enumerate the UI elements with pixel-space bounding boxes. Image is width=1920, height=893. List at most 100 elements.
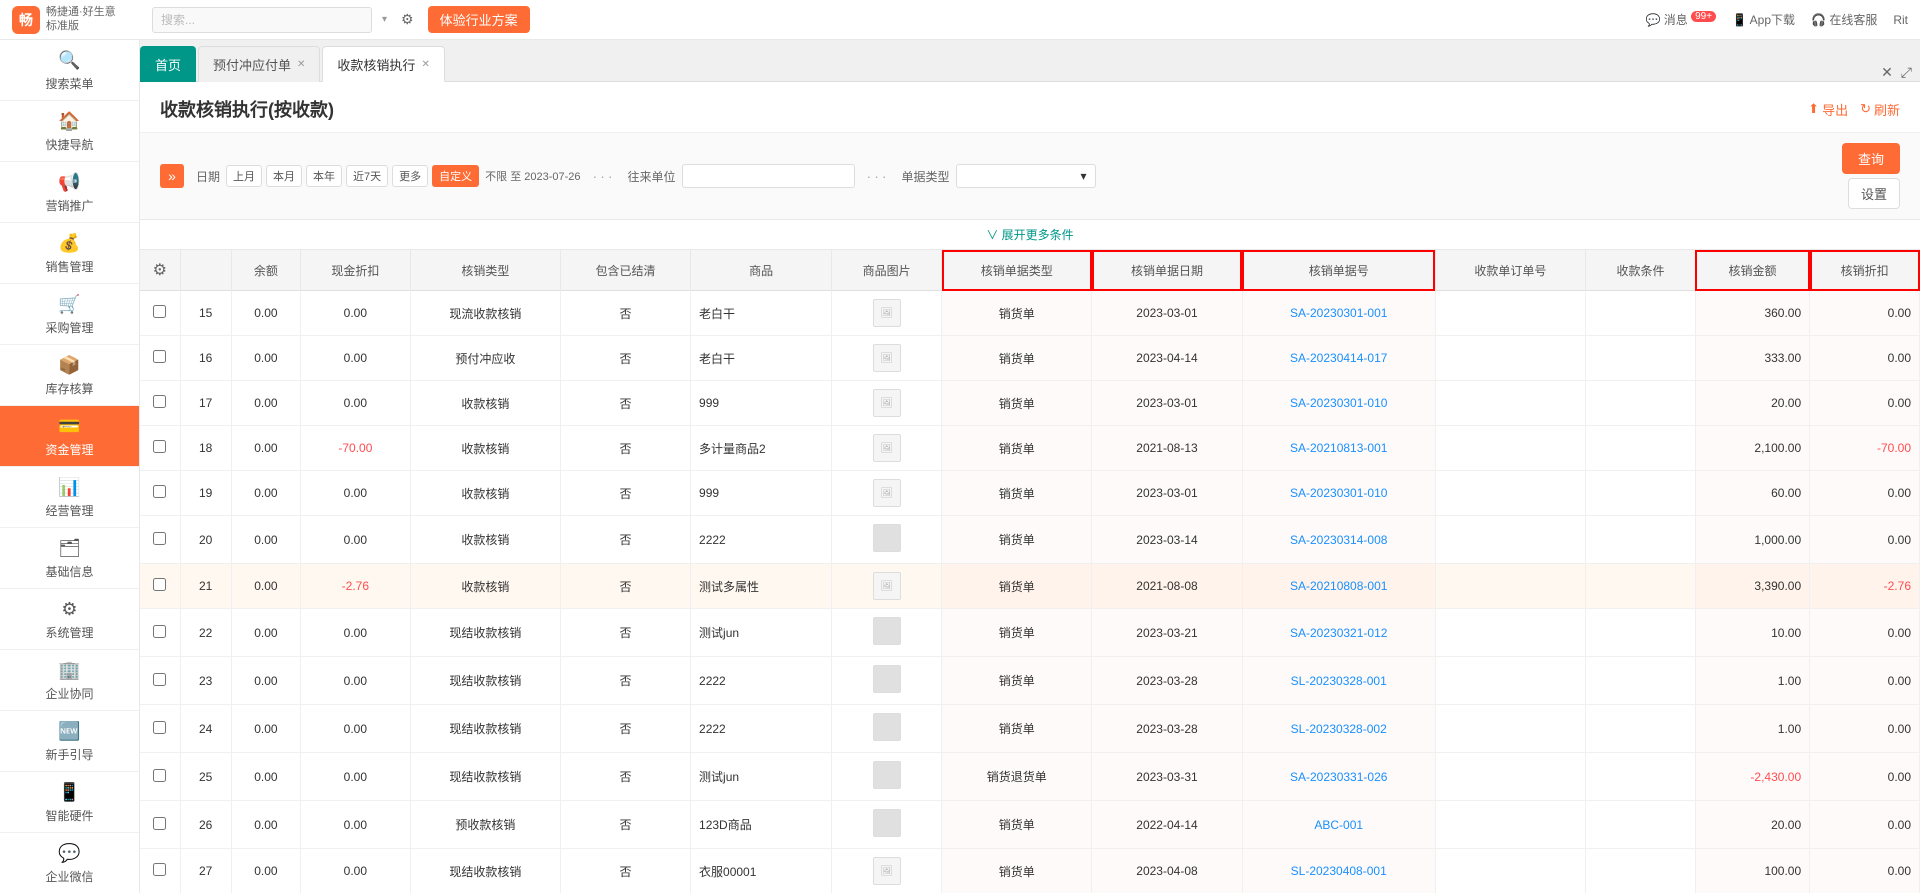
sidebar-item-hardware[interactable]: 📱 智能硬件 — [0, 772, 139, 833]
row-checkbox[interactable] — [153, 721, 166, 734]
filter-toggle-btn[interactable]: » — [160, 164, 184, 188]
td-checkbox[interactable] — [140, 657, 180, 705]
td-checkbox[interactable] — [140, 849, 180, 893]
td-write-off-type: 现结收款核销 — [410, 657, 560, 705]
sidebar-item-sales[interactable]: 💰 销售管理 — [0, 223, 139, 284]
user-label[interactable]: Rit — [1893, 13, 1908, 27]
row-checkbox[interactable] — [153, 395, 166, 408]
td-writeoff-no[interactable]: SL-20230408-001 — [1242, 849, 1435, 893]
notification-label: 消息 — [1664, 13, 1688, 27]
td-writeoff-no[interactable]: SA-20230321-012 — [1242, 609, 1435, 657]
td-checkbox[interactable] — [140, 705, 180, 753]
settings-icon[interactable]: ⚙ — [401, 11, 414, 28]
sidebar-item-finance[interactable]: 💳 资金管理 — [0, 406, 139, 467]
td-checkbox[interactable] — [140, 336, 180, 381]
td-is-settled: 否 — [561, 291, 691, 336]
td-seq: 27 — [180, 849, 231, 893]
date-btn-last-month[interactable]: 上月 — [226, 165, 262, 187]
td-writeoff-no[interactable]: SA-20230314-008 — [1242, 516, 1435, 564]
td-checkbox[interactable] — [140, 516, 180, 564]
tab-collection[interactable]: 收款核销执行 ✕ — [322, 46, 444, 82]
top-bar: 畅 畅捷通·好生意 标准版 搜索... ▾ ⚙ 体验行业方案 💬 消息 99+ … — [0, 0, 1920, 40]
expand-more-bar[interactable]: ∨ 展开更多条件 — [140, 220, 1920, 250]
product-image: 🖼 — [873, 389, 901, 417]
tab-home[interactable]: 首页 — [140, 46, 196, 82]
sidebar-item-search-menu[interactable]: 🔍 搜索菜单 — [0, 40, 139, 101]
td-writeoff-discount: 0.00 — [1810, 336, 1920, 381]
sidebar-item-quick-nav[interactable]: 🏠 快捷导航 — [0, 101, 139, 162]
td-writeoff-no[interactable]: SA-20230301-010 — [1242, 471, 1435, 516]
date-btn-this-year[interactable]: 本年 — [306, 165, 342, 187]
td-checkbox[interactable] — [140, 801, 180, 849]
online-service-link[interactable]: 🎧 在线客服 — [1811, 11, 1877, 28]
export-btn[interactable]: ⬆ 导出 — [1808, 100, 1848, 119]
date-btn-this-month[interactable]: 本月 — [266, 165, 302, 187]
row-checkbox[interactable] — [153, 769, 166, 782]
td-writeoff-voucher-type: 销货单 — [942, 705, 1092, 753]
sidebar-item-system[interactable]: ⚙ 系统管理 — [0, 589, 139, 650]
row-checkbox[interactable] — [153, 578, 166, 591]
date-btn-7days[interactable]: 近7天 — [346, 165, 388, 187]
setting-button[interactable]: 设置 — [1848, 178, 1900, 209]
industry-btn[interactable]: 体验行业方案 — [428, 6, 530, 33]
td-writeoff-no[interactable]: SA-20230331-026 — [1242, 753, 1435, 801]
table-settings-icon[interactable]: ⚙ — [153, 262, 167, 279]
td-checkbox[interactable] — [140, 609, 180, 657]
tab-bar: 首页 预付冲应付单 ✕ 收款核销执行 ✕ ✕ ⤢ — [140, 40, 1920, 82]
row-checkbox[interactable] — [153, 817, 166, 830]
td-writeoff-no[interactable]: SA-20210808-001 — [1242, 564, 1435, 609]
th-settings[interactable]: ⚙ — [140, 250, 180, 291]
row-checkbox[interactable] — [153, 485, 166, 498]
sidebar-item-label: 智能硬件 — [45, 807, 93, 824]
row-checkbox[interactable] — [153, 305, 166, 318]
td-writeoff-no[interactable]: SA-20230301-001 — [1242, 291, 1435, 336]
tab-expand-btn[interactable]: ⤢ — [1901, 64, 1912, 81]
td-writeoff-date: 2023-03-31 — [1092, 753, 1242, 801]
table-row: 18 0.00 -70.00 收款核销 否 多计量商品2 🖼 销货单 2021-… — [140, 426, 1920, 471]
tab-prepaid[interactable]: 预付冲应付单 ✕ — [198, 46, 320, 82]
sidebar-item-wechat[interactable]: 💬 企业微信 — [0, 833, 139, 893]
row-checkbox[interactable] — [153, 863, 166, 876]
td-writeoff-voucher-type: 销货单 — [942, 801, 1092, 849]
sidebar-item-inventory[interactable]: 📦 库存核算 — [0, 345, 139, 406]
td-writeoff-no[interactable]: SA-20210813-001 — [1242, 426, 1435, 471]
tab-prepaid-close-icon[interactable]: ✕ — [297, 59, 305, 70]
td-writeoff-no[interactable]: SA-20230301-010 — [1242, 381, 1435, 426]
sidebar-item-guide[interactable]: 🆕 新手引导 — [0, 711, 139, 772]
td-writeoff-no[interactable]: SL-20230328-001 — [1242, 657, 1435, 705]
td-checkbox[interactable] — [140, 426, 180, 471]
sidebar-item-marketing[interactable]: 📢 营销推广 — [0, 162, 139, 223]
row-checkbox[interactable] — [153, 673, 166, 686]
td-writeoff-no[interactable]: SL-20230328-002 — [1242, 705, 1435, 753]
tab-close-all-btn[interactable]: ✕ — [1881, 64, 1893, 81]
row-checkbox[interactable] — [153, 532, 166, 545]
td-checkbox[interactable] — [140, 291, 180, 336]
td-cash-discount: 0.00 — [300, 471, 410, 516]
query-button[interactable]: 查询 — [1842, 143, 1900, 174]
sidebar-item-enterprise[interactable]: 🏢 企业协同 — [0, 650, 139, 711]
td-writeoff-amount: 333.00 — [1695, 336, 1809, 381]
tab-collection-close-icon[interactable]: ✕ — [421, 59, 429, 70]
date-btn-custom[interactable]: 自定义 — [432, 165, 479, 187]
td-writeoff-discount: 0.00 — [1810, 516, 1920, 564]
refresh-btn[interactable]: ↻ 刷新 — [1860, 100, 1900, 119]
td-writeoff-voucher-type: 销货单 — [942, 609, 1092, 657]
app-download-link[interactable]: 📱 App下载 — [1732, 11, 1795, 28]
td-checkbox[interactable] — [140, 753, 180, 801]
voucher-type-select[interactable]: ▾ — [956, 164, 1096, 188]
dropdown-chevron-icon[interactable]: ▾ — [382, 14, 387, 25]
td-checkbox[interactable] — [140, 471, 180, 516]
sidebar-item-purchase[interactable]: 🛒 采购管理 — [0, 284, 139, 345]
td-checkbox[interactable] — [140, 381, 180, 426]
row-checkbox[interactable] — [153, 440, 166, 453]
td-writeoff-no[interactable]: ABC-001 — [1242, 801, 1435, 849]
row-checkbox[interactable] — [153, 625, 166, 638]
row-checkbox[interactable] — [153, 350, 166, 363]
partner-input[interactable] — [682, 164, 855, 188]
sidebar-item-operations[interactable]: 📊 经营管理 — [0, 467, 139, 528]
td-checkbox[interactable] — [140, 564, 180, 609]
sidebar-item-base-info[interactable]: 🗂 基础信息 — [0, 528, 139, 589]
date-btn-more[interactable]: 更多 — [392, 165, 428, 187]
td-writeoff-no[interactable]: SA-20230414-017 — [1242, 336, 1435, 381]
notification-link[interactable]: 💬 消息 99+ — [1645, 11, 1716, 28]
